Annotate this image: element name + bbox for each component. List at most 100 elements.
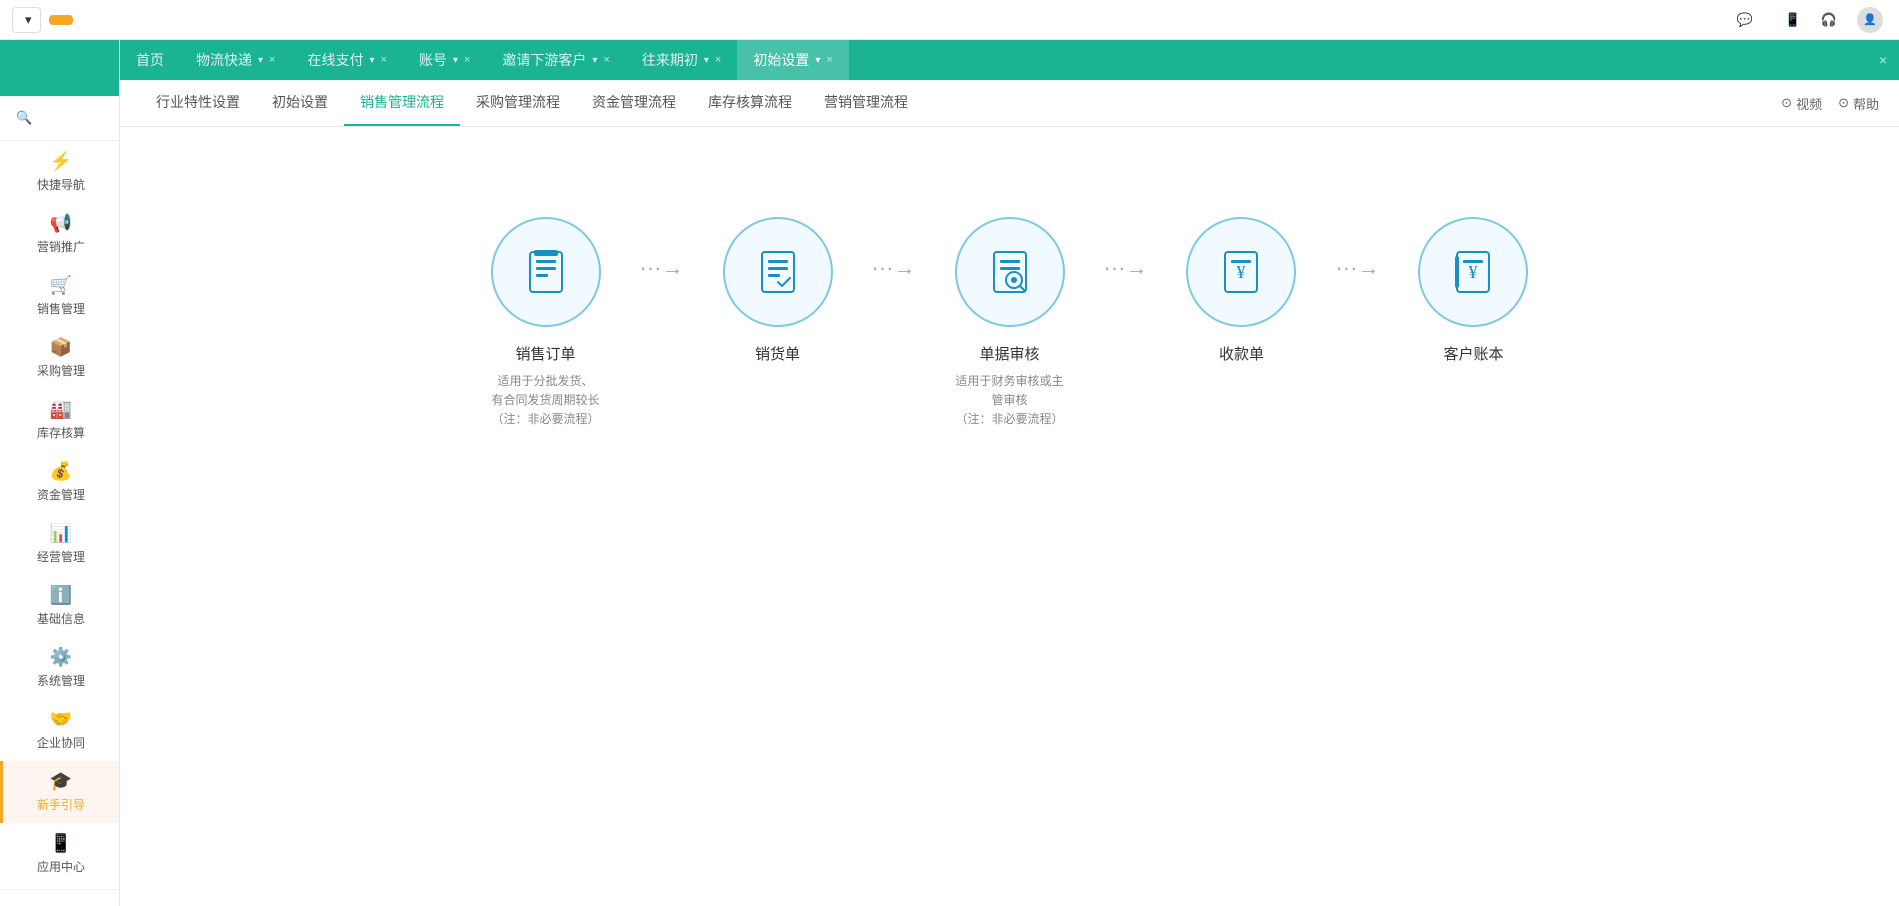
flow-arrow-2: ···→ [868, 255, 920, 281]
video-link[interactable]: ⊙ 视频 [1781, 94, 1822, 113]
tab-arrow-invite-downstream: ▾ [592, 55, 597, 66]
nav-label-basic-info: 基础信息 [37, 610, 85, 627]
flow-circle-customer-ledger: ¥ [1418, 217, 1528, 327]
flow-diagram: 销售订单适用于分批发货、有合同发货周期较长（注：非必要流程）···→ 销货单··… [140, 217, 1879, 430]
nav-icon-marketing-promo: 📢 [50, 213, 72, 234]
flow-step-sales-order[interactable]: 销售订单适用于分批发货、有合同发货周期较长（注：非必要流程） [456, 217, 636, 430]
nav-tab-invite-downstream[interactable]: 邀请下游客户 ▾ × [486, 40, 625, 80]
nav-tab-label-account: 账号 [419, 50, 447, 70]
user-profile-item[interactable]: 👤 [1857, 7, 1887, 33]
nav-tab-home[interactable]: 首页 [120, 40, 180, 80]
flow-step-sales-invoice[interactable]: 销货单 [688, 217, 868, 372]
app-download-item[interactable]: 📱 [1785, 12, 1805, 28]
search-icon: 🔍 [16, 110, 32, 126]
sub-tabs-right: ⊙ 视频 ⊙ 帮助 [1781, 94, 1879, 113]
sidebar-item-ops-mgmt[interactable]: 📊经营管理 [0, 513, 119, 575]
flow-circle-doc-review [955, 217, 1065, 327]
sub-tab-inventory-flow[interactable]: 库存核算流程 [692, 80, 808, 126]
sidebar-item-inventory[interactable]: 🏭库存核算 [0, 389, 119, 451]
nav-tab-label-period-init: 往来期初 [642, 50, 698, 70]
nav-label-enterprise-coop: 企业协同 [37, 734, 85, 751]
sidebar-nav: ⚡快捷导航📢营销推广 🛒 销售管理 📦 采购管理 🏭库存核算 💰 资金管理 📊经营管理ℹ️基础信… [0, 141, 119, 889]
sidebar-item-purchase-mgmt[interactable]: 📦 采购管理 [0, 327, 119, 389]
flow-circle-receipt: ¥ [1186, 217, 1296, 327]
sub-tab-purchase-mgmt-flow[interactable]: 采购管理流程 [460, 80, 576, 126]
sidebar-item-sys-mgmt[interactable]: ⚙️系统管理 [0, 637, 119, 699]
close-all-tabs-btn[interactable]: × [1867, 52, 1899, 68]
flow-step-desc-doc-review: 适用于财务审核或主管审核（注：非必要流程） [955, 372, 1063, 430]
sub-tab-marketing-flow[interactable]: 营销管理流程 [808, 80, 924, 126]
flow-arrow-4: ···→ [1331, 255, 1383, 281]
sub-tab-finance-mgmt-flow[interactable]: 资金管理流程 [576, 80, 692, 126]
sub-tab-init-settings[interactable]: 初始设置 [256, 80, 344, 126]
nav-label-sys-mgmt: 系统管理 [37, 672, 85, 689]
nav-tab-label-invite-downstream: 邀请下游客户 [502, 50, 586, 70]
top-bar-right: 💬 📱 🎧 👤 [1736, 7, 1887, 33]
flow-step-label-receipt: 收款单 [1219, 343, 1264, 364]
flow-step-receipt[interactable]: ¥ 收款单 [1151, 217, 1331, 372]
nav-tab-logistics[interactable]: 物流快递 ▾ × [180, 40, 291, 80]
nav-icon-finance-mgmt: 💰 [50, 461, 72, 482]
tab-arrow-online-pay: ▾ [369, 55, 374, 66]
tab-arrow-init-settings: ▾ [815, 55, 820, 66]
flow-area: 销售订单适用于分批发货、有合同发货周期较长（注：非必要流程）···→ 销货单··… [120, 127, 1899, 460]
nav-tab-online-pay[interactable]: 在线支付 ▾ × [291, 40, 402, 80]
sidebar-item-sales-mgmt[interactable]: 🛒 销售管理 [0, 265, 119, 327]
nav-icon-ops-mgmt: 📊 [50, 523, 72, 544]
sidebar-search-section: 🔍 [0, 96, 119, 141]
sidebar-item-new-guide[interactable]: 🎓新手引导 [0, 761, 119, 823]
nav-label-purchase-mgmt: 采购管理 [37, 362, 85, 379]
message-item[interactable]: 💬 [1736, 12, 1768, 28]
sub-tab-industry-settings[interactable]: 行业特性设置 [140, 80, 256, 126]
nav-tab-init-settings[interactable]: 初始设置 ▾ × [737, 40, 848, 80]
tab-close-period-init[interactable]: × [715, 54, 721, 66]
content-area: 首页物流快递▾×在线支付▾×账号▾×邀请下游客户▾×往来期初▾×初始设置▾×× … [120, 40, 1899, 906]
sidebar-item-basic-info[interactable]: ℹ️基础信息 [0, 575, 119, 637]
tab-close-logistics[interactable]: × [269, 54, 275, 66]
nav-icon-quick-nav: ⚡ [50, 151, 72, 172]
nav-label-inventory: 库存核算 [37, 424, 85, 441]
flow-step-doc-review[interactable]: 单据审核适用于财务审核或主管审核（注：非必要流程） [920, 217, 1100, 430]
nav-icon-app-center: 📱 [50, 833, 72, 854]
sub-tabs: 行业特性设置初始设置销售管理流程采购管理流程资金管理流程库存核算流程营销管理流程… [120, 80, 1899, 127]
tab-close-account[interactable]: × [464, 54, 470, 66]
nav-tab-account[interactable]: 账号▾× [403, 40, 486, 80]
nav-icon-enterprise-coop: 🤝 [50, 709, 72, 730]
tab-close-online-pay[interactable]: × [381, 54, 387, 66]
sidebar: 🔍 ⚡快捷导航📢营销推广 🛒 销售管理 📦 采购管理 🏭库存核算 💰 资金管理 📊经营管理ℹ️基… [0, 40, 120, 906]
nav-tab-period-init[interactable]: 往来期初 ▾ × [626, 40, 737, 80]
nav-label-sales-mgmt: 销售管理 [37, 300, 85, 317]
sidebar-item-enterprise-coop[interactable]: 🤝 企业协同 [0, 699, 119, 761]
nav-label-app-center: 应用中心 [37, 858, 85, 875]
nav-tab-label-logistics: 物流快递 [196, 50, 252, 70]
sub-tab-sales-mgmt-flow[interactable]: 销售管理流程 [344, 80, 460, 126]
nav-icon-purchase-mgmt: 📦 [50, 337, 72, 358]
nav-tab-label-online-pay: 在线支付 [307, 50, 363, 70]
tab-arrow-logistics: ▾ [258, 55, 263, 66]
nav-tab-label-home: 首页 [136, 50, 164, 70]
tab-close-invite-downstream[interactable]: × [603, 54, 609, 66]
nav-tab-label-init-settings: 初始设置 [753, 50, 809, 70]
sidebar-logo [0, 40, 119, 96]
svg-text:¥: ¥ [1469, 262, 1478, 282]
nav-icon-sales-mgmt: 🛒 [50, 275, 72, 296]
experience-btn[interactable] [49, 15, 73, 25]
chevron-down-icon: ▾ [25, 12, 32, 28]
sidebar-item-marketing-promo[interactable]: 📢营销推广 [0, 203, 119, 265]
nav-icon-new-guide: 🎓 [50, 771, 72, 792]
nav-label-finance-mgmt: 资金管理 [37, 486, 85, 503]
flow-arrow-1: ···→ [636, 255, 688, 281]
online-service-item[interactable]: 🎧 [1821, 12, 1841, 28]
sidebar-item-app-center[interactable]: 📱 应用中心 [0, 823, 119, 885]
flow-step-label-sales-order: 销售订单 [516, 343, 576, 364]
help-link[interactable]: ⊙ 帮助 [1838, 94, 1879, 113]
user-select[interactable]: ▾ [12, 7, 41, 33]
sidebar-bottom [0, 889, 119, 906]
search-menu-item[interactable]: 🔍 [8, 104, 111, 132]
tab-arrow-period-init: ▾ [704, 55, 709, 66]
flow-step-label-customer-ledger: 客户账本 [1443, 343, 1503, 364]
flow-step-customer-ledger[interactable]: ¥ 客户账本 [1383, 217, 1563, 372]
sidebar-item-quick-nav[interactable]: ⚡快捷导航 [0, 141, 119, 203]
sidebar-item-finance-mgmt[interactable]: 💰 资金管理 [0, 451, 119, 513]
tab-close-init-settings[interactable]: × [826, 54, 832, 66]
